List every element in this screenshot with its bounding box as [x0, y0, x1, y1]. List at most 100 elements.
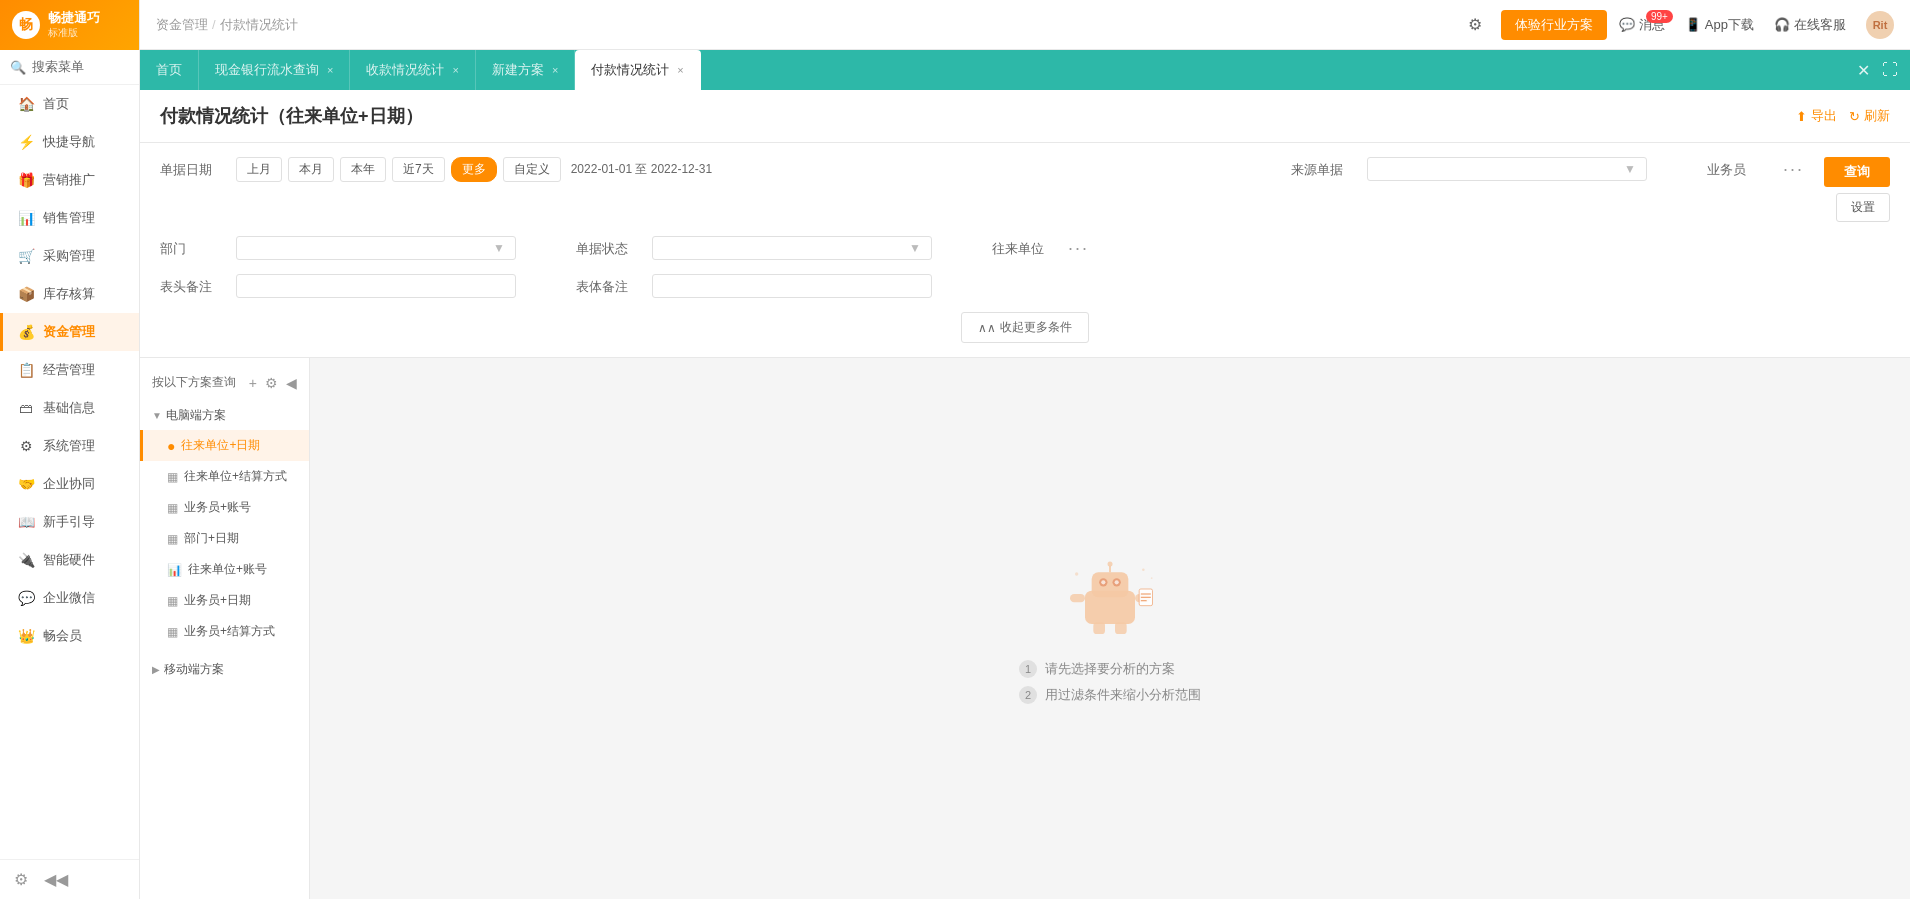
sidebar-item-purchase[interactable]: 🛒 采购管理: [0, 237, 139, 275]
sidebar-item-finance[interactable]: 💰 资金管理: [0, 313, 139, 351]
page-header: 付款情况统计（往来单位+日期） ⬆ 导出 ↻ 刷新: [140, 90, 1910, 143]
last-7-btn[interactable]: 近7天: [392, 157, 445, 182]
salesman-dots[interactable]: ···: [1783, 157, 1804, 180]
voucher-status-select[interactable]: ▼: [652, 236, 932, 260]
sidebar-item-corp[interactable]: 🤝 企业协同: [0, 465, 139, 503]
sidebar-item-inventory[interactable]: 📦 库存核算: [0, 275, 139, 313]
app-download-btn[interactable]: 📱 App下载: [1685, 16, 1754, 34]
tab-new[interactable]: 新建方案 ×: [476, 50, 575, 90]
scheme-item-5[interactable]: 📊 往来单位+账号: [140, 554, 309, 585]
online-service-btn[interactable]: 🎧 在线客服: [1774, 16, 1846, 34]
body-note-input[interactable]: [652, 274, 932, 298]
sidebar-item-member[interactable]: 👑 畅会员: [0, 617, 139, 655]
tab-receipt[interactable]: 收款情况统计 ×: [350, 50, 475, 90]
scheme-item-2[interactable]: ▦ 往来单位+结算方式: [140, 461, 309, 492]
tab-receipt-close[interactable]: ×: [452, 64, 458, 76]
sidebar: 畅 畅捷通巧 标准版 🔍 搜索菜单 🏠 首页 ⚡ 快捷导航 🎁 营销推广 📊 销…: [0, 0, 140, 899]
scheme-group-pc-header[interactable]: ▼ 电脑端方案: [140, 401, 309, 430]
breadcrumb-part1: 资金管理: [156, 16, 208, 34]
tip-num-2: 2: [1019, 686, 1037, 704]
settings-btn[interactable]: 设置: [1836, 193, 1890, 222]
search-menu[interactable]: 🔍 搜索菜单: [0, 50, 139, 85]
avatar[interactable]: Rit: [1866, 11, 1894, 39]
sidebar-item-operations[interactable]: 📋 经营管理: [0, 351, 139, 389]
sidebar-item-basicinfo-label: 基础信息: [43, 399, 95, 417]
scheme-item-1[interactable]: ● 往来单位+日期: [140, 430, 309, 461]
sidebar-item-quicknav[interactable]: ⚡ 快捷导航: [0, 123, 139, 161]
message-btn[interactable]: 💬 消息 99+: [1619, 16, 1665, 34]
pc-group-label: 电脑端方案: [166, 407, 226, 424]
scheme-item-4[interactable]: ▦ 部门+日期: [140, 523, 309, 554]
panel-collapse-btn[interactable]: ◀: [286, 375, 297, 391]
sidebar-item-basicinfo[interactable]: 🗃 基础信息: [0, 389, 139, 427]
svg-point-16: [1075, 572, 1078, 575]
svg-point-17: [1142, 568, 1145, 571]
partner-dots[interactable]: ···: [1068, 236, 1089, 259]
scheme-group-mobile-header[interactable]: ▶ 移动端方案: [140, 655, 309, 684]
settings-footer-btn[interactable]: ⚙: [14, 870, 28, 889]
purchase-icon: 🛒: [17, 247, 35, 265]
sidebar-item-wechat-label: 企业微信: [43, 589, 95, 607]
main-empty-state: 1 请先选择要分析的方案 2 用过滤条件来缩小分析范围: [310, 358, 1910, 899]
sidebar-item-home[interactable]: 🏠 首页: [0, 85, 139, 123]
collapse-filter-btn[interactable]: ∧∧ 收起更多条件: [961, 312, 1089, 343]
fullscreen-btn[interactable]: ⛶: [1882, 61, 1898, 79]
collapse-sidebar-btn[interactable]: ◀◀: [44, 870, 68, 889]
date-label: 单据日期: [160, 157, 216, 179]
sidebar-item-guide[interactable]: 📖 新手引导: [0, 503, 139, 541]
sidebar-item-quicknav-label: 快捷导航: [43, 133, 95, 151]
more-date-btn[interactable]: 更多: [451, 157, 497, 182]
topbar-settings-icon[interactable]: ⚙: [1461, 11, 1489, 39]
close-all-tabs-btn[interactable]: ✕: [1857, 61, 1870, 80]
content-area: 付款情况统计（往来单位+日期） ⬆ 导出 ↻ 刷新 单据日期 上月 本月: [140, 90, 1910, 899]
dept-select[interactable]: ▼: [236, 236, 516, 260]
tab-home[interactable]: 首页: [140, 50, 199, 90]
export-btn[interactable]: ⬆ 导出: [1796, 107, 1837, 125]
scheme-icon-3: ▦: [167, 501, 178, 515]
trial-btn[interactable]: 体验行业方案: [1501, 10, 1607, 40]
add-scheme-btn[interactable]: +: [249, 375, 257, 391]
tab-bank-close[interactable]: ×: [327, 64, 333, 76]
tab-payment-close[interactable]: ×: [677, 64, 683, 76]
left-panel-header: 按以下方案查询 + ⚙ ◀: [140, 368, 309, 397]
export-label: 导出: [1811, 107, 1837, 125]
svg-point-7: [1108, 561, 1113, 566]
this-year-btn[interactable]: 本年: [340, 157, 386, 182]
logo-icon: 畅: [12, 11, 40, 39]
breadcrumb: 资金管理 / 付款情况统计: [156, 16, 1449, 34]
sidebar-item-wechat[interactable]: 💬 企业微信: [0, 579, 139, 617]
refresh-btn[interactable]: ↻ 刷新: [1849, 107, 1890, 125]
topbar: 资金管理 / 付款情况统计 ⚙ 体验行业方案 💬 消息 99+ 📱 App下载 …: [140, 0, 1910, 50]
logo-text: 畅捷通巧: [48, 10, 100, 26]
scheme-item-3[interactable]: ▦ 业务员+账号: [140, 492, 309, 523]
tab-bank[interactable]: 现金银行流水查询 ×: [199, 50, 350, 90]
scheme-item-6[interactable]: ▦ 业务员+日期: [140, 585, 309, 616]
custom-date-btn[interactable]: 自定义: [503, 157, 561, 182]
sidebar-item-hardware[interactable]: 🔌 智能硬件: [0, 541, 139, 579]
sales-icon: 📊: [17, 209, 35, 227]
tab-receipt-label: 收款情况统计: [366, 61, 444, 79]
tip-text-2: 用过滤条件来缩小分析范围: [1045, 686, 1201, 704]
scheme-icon-2: ▦: [167, 470, 178, 484]
collapse-filter-label: 收起更多条件: [1000, 319, 1072, 336]
sidebar-item-sales[interactable]: 📊 销售管理: [0, 199, 139, 237]
header-note-input[interactable]: [236, 274, 516, 298]
scheme-settings-btn[interactable]: ⚙: [265, 375, 278, 391]
svg-point-5: [1115, 580, 1119, 584]
sidebar-footer: ⚙ ◀◀: [0, 859, 139, 899]
query-btn[interactable]: 查询: [1824, 157, 1890, 187]
scheme-label-1: 往来单位+日期: [181, 437, 260, 454]
salesman-label: 业务员: [1707, 157, 1763, 179]
message-icon: 💬: [1619, 17, 1635, 32]
tab-payment[interactable]: 付款情况统计 ×: [575, 50, 700, 90]
tab-new-close[interactable]: ×: [552, 64, 558, 76]
sidebar-item-system[interactable]: ⚙ 系统管理: [0, 427, 139, 465]
sidebar-item-marketing[interactable]: 🎁 营销推广: [0, 161, 139, 199]
this-month-btn[interactable]: 本月: [288, 157, 334, 182]
source-select[interactable]: ▼: [1367, 157, 1647, 181]
last-month-btn[interactable]: 上月: [236, 157, 282, 182]
scheme-icon-1: ●: [167, 438, 175, 454]
scheme-item-7[interactable]: ▦ 业务员+结算方式: [140, 616, 309, 647]
scheme-label-7: 业务员+结算方式: [184, 623, 275, 640]
main-area: 资金管理 / 付款情况统计 ⚙ 体验行业方案 💬 消息 99+ 📱 App下载 …: [140, 0, 1910, 899]
